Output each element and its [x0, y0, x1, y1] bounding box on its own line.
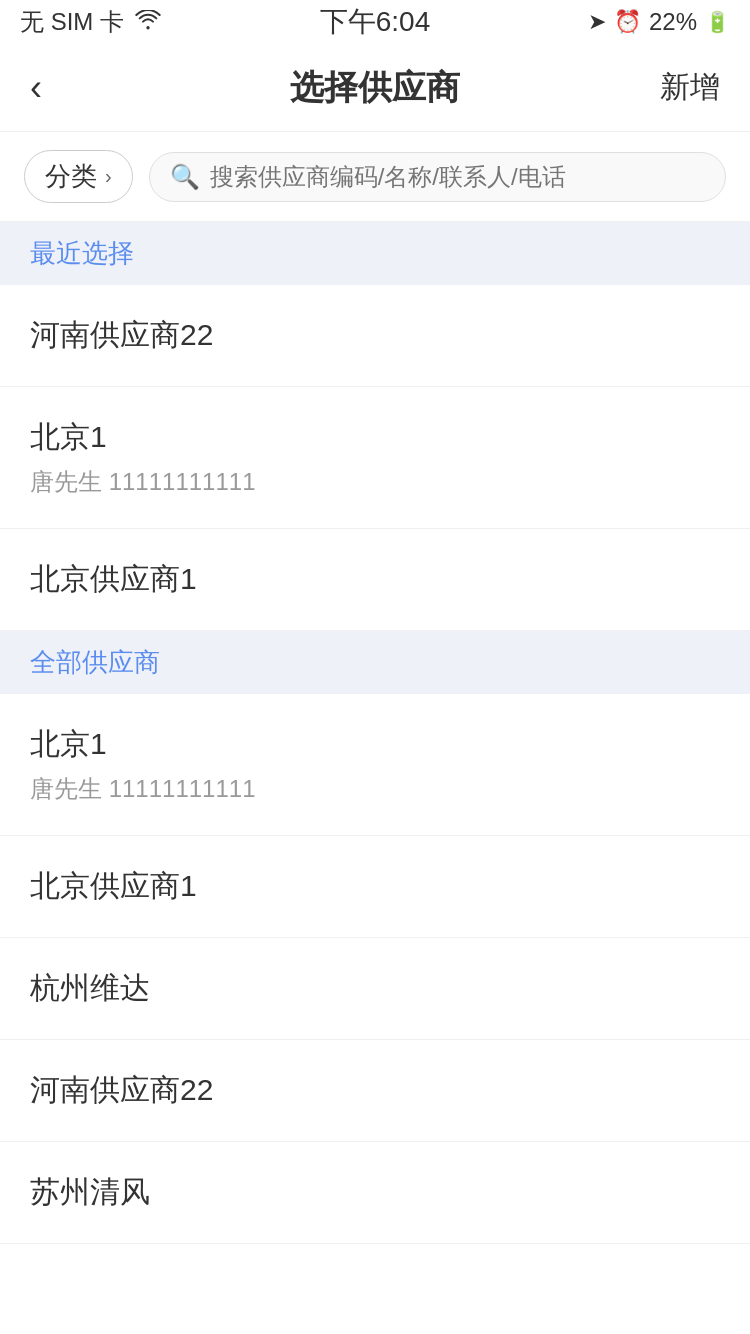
status-right: ➤ ⏰ 22% 🔋 [588, 8, 730, 36]
all-section-label: 全部供应商 [30, 647, 160, 677]
list-item[interactable]: 北京供应商1 [0, 836, 750, 938]
item-sub: 唐先生 11111111111 [30, 773, 720, 805]
page-title: 选择供应商 [290, 65, 460, 111]
location-icon: ➤ [588, 9, 606, 35]
list-item[interactable]: 北京1 唐先生 11111111111 [0, 694, 750, 836]
item-name: 北京供应商1 [30, 559, 720, 600]
list-item[interactable]: 北京供应商1 [0, 529, 750, 631]
recent-section-header: 最近选择 [0, 222, 750, 285]
list-item[interactable]: 北京1 唐先生 11111111111 [0, 387, 750, 529]
filter-bar: 分类 › 🔍 [0, 132, 750, 222]
chevron-right-icon: › [105, 165, 112, 188]
back-button[interactable]: ‹ [30, 67, 42, 109]
wifi-icon [134, 8, 162, 36]
category-button[interactable]: 分类 › [24, 150, 133, 203]
recent-items-list: 河南供应商22 北京1 唐先生 11111111111 北京供应商1 [0, 285, 750, 631]
item-sub: 唐先生 11111111111 [30, 466, 720, 498]
all-section-header: 全部供应商 [0, 631, 750, 694]
item-name: 河南供应商22 [30, 1070, 720, 1111]
alarm-icon: ⏰ [614, 9, 641, 35]
status-bar: 无 SIM 卡 下午6:04 ➤ ⏰ 22% 🔋 [0, 0, 750, 44]
search-icon: 🔍 [170, 163, 200, 191]
item-name: 北京供应商1 [30, 866, 720, 907]
status-time: 下午6:04 [320, 3, 431, 41]
item-name: 北京1 [30, 724, 720, 765]
carrier-text: 无 SIM 卡 [20, 6, 124, 38]
list-item[interactable]: 河南供应商22 [0, 285, 750, 387]
category-label: 分类 [45, 159, 97, 194]
nav-bar: ‹ 选择供应商 新增 [0, 44, 750, 132]
recent-section-label: 最近选择 [30, 238, 134, 268]
search-input[interactable] [210, 163, 705, 191]
item-name: 苏州清风 [30, 1172, 720, 1213]
battery-icon: 🔋 [705, 10, 730, 34]
item-name: 杭州维达 [30, 968, 720, 1009]
item-name: 河南供应商22 [30, 315, 720, 356]
search-box[interactable]: 🔍 [149, 152, 726, 202]
add-button[interactable]: 新增 [660, 67, 720, 108]
status-left: 无 SIM 卡 [20, 6, 162, 38]
list-item[interactable]: 杭州维达 [0, 938, 750, 1040]
battery-text: 22% [649, 8, 697, 36]
list-item[interactable]: 河南供应商22 [0, 1040, 750, 1142]
list-item[interactable]: 苏州清风 [0, 1142, 750, 1244]
all-items-list: 北京1 唐先生 11111111111 北京供应商1 杭州维达河南供应商22 苏州清风 [0, 694, 750, 1244]
item-name: 北京1 [30, 417, 720, 458]
